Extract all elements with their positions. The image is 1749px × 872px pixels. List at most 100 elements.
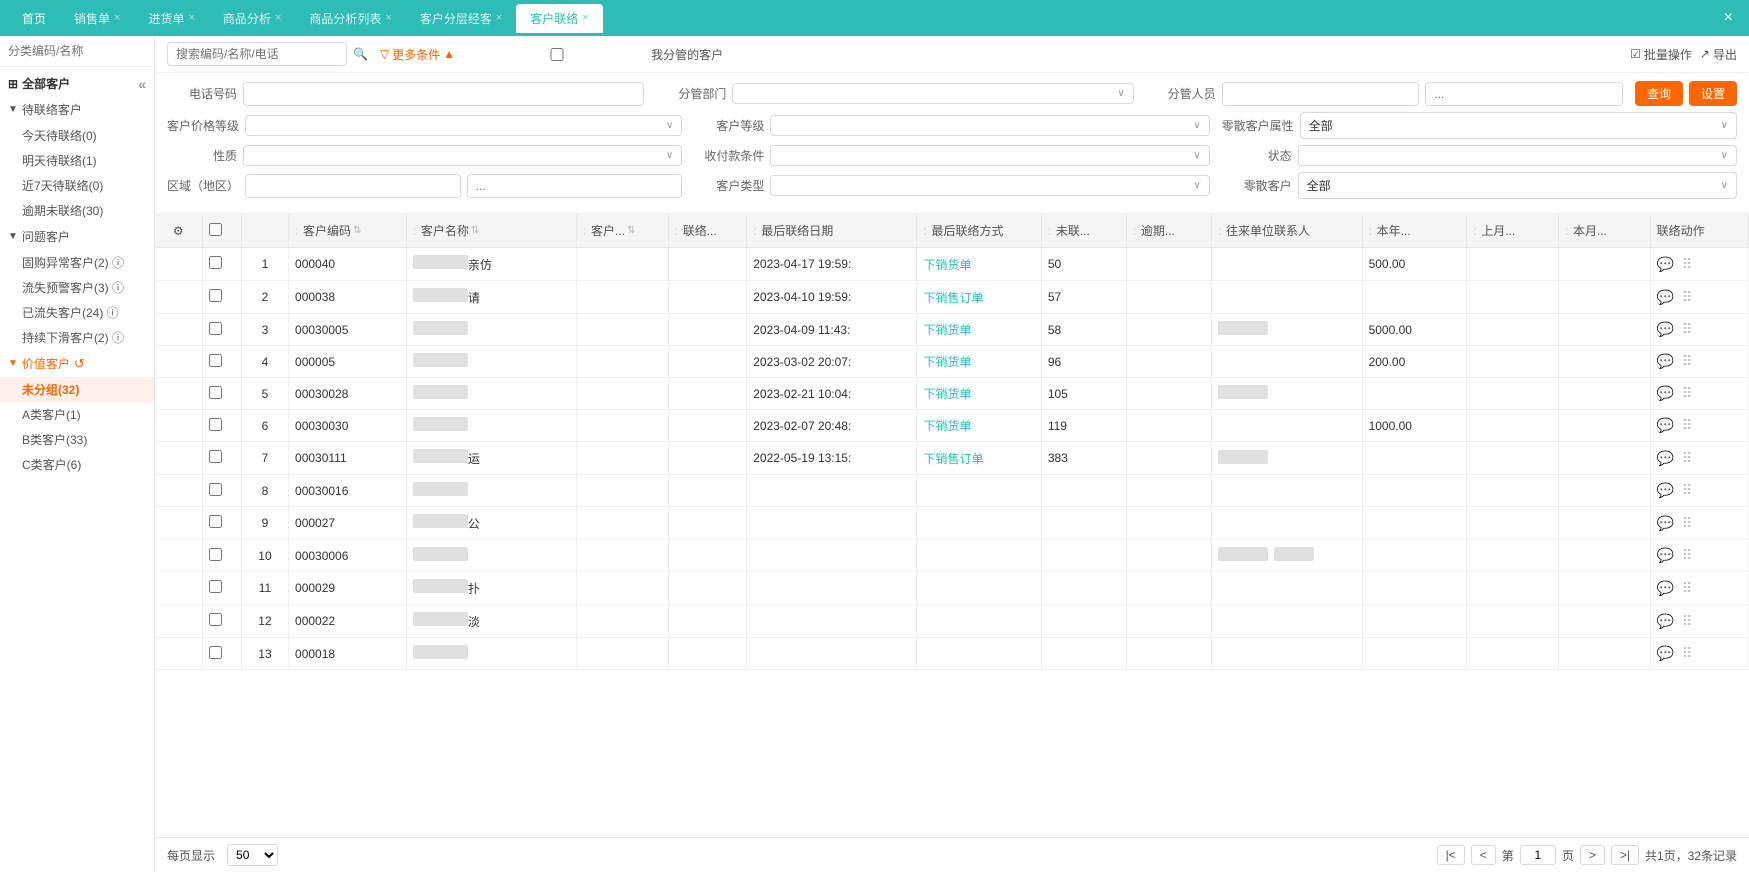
- tab-purchase[interactable]: 进货单 ×: [134, 4, 208, 33]
- search-input[interactable]: [167, 42, 347, 66]
- batch-ops-btn[interactable]: ☑ 批量操作: [1630, 46, 1692, 63]
- query-btn[interactable]: 查询: [1635, 81, 1683, 106]
- sidebar-item-today[interactable]: 今天待联络(0): [0, 123, 154, 148]
- resize-handle[interactable]: :: [1133, 224, 1137, 238]
- more-conditions-btn[interactable]: ▽ 更多条件 ▲: [380, 46, 455, 63]
- menu-icon[interactable]: ⠿: [1682, 482, 1692, 499]
- close-icon[interactable]: ×: [114, 12, 120, 24]
- last-page-btn[interactable]: >|: [1611, 845, 1639, 865]
- contact-method-link[interactable]: 下销货单: [923, 419, 971, 433]
- category-search-input[interactable]: [8, 44, 155, 58]
- resize-handle[interactable]: :: [675, 224, 679, 238]
- sidebar-item-lost[interactable]: 已流失客户(24) ⓘ: [0, 300, 154, 325]
- th-no-contact[interactable]: :未联...: [1041, 214, 1126, 248]
- chat-icon[interactable]: 💬: [1657, 321, 1674, 338]
- th-overdue[interactable]: :逾期...: [1126, 214, 1211, 248]
- select-all-checkbox[interactable]: [209, 223, 222, 236]
- close-icon[interactable]: ×: [496, 12, 502, 24]
- th-settings[interactable]: ⚙: [155, 214, 202, 248]
- resize-handle[interactable]: :: [295, 224, 299, 238]
- phone-input[interactable]: [243, 82, 644, 106]
- menu-icon[interactable]: ⠿: [1682, 515, 1692, 532]
- chat-icon[interactable]: 💬: [1657, 417, 1674, 434]
- sidebar-item-tomorrow[interactable]: 明天待联络(1): [0, 148, 154, 173]
- row-checkbox[interactable]: [209, 354, 222, 367]
- sidebar-item-churn-risk[interactable]: 流失预警客户(3) ⓘ: [0, 275, 154, 300]
- row-checkbox[interactable]: [209, 322, 222, 335]
- chat-icon[interactable]: 💬: [1657, 645, 1674, 662]
- chat-icon[interactable]: 💬: [1657, 450, 1674, 467]
- resize-handle[interactable]: :: [1565, 224, 1569, 238]
- row-checkbox[interactable]: [209, 580, 222, 593]
- sidebar-group-problem[interactable]: ▼ 问题客户: [0, 223, 154, 250]
- sort-icon[interactable]: ⇅: [471, 225, 479, 236]
- manager-more-btn[interactable]: ...: [1425, 82, 1623, 106]
- dept-select[interactable]: ∨: [732, 83, 1133, 104]
- th-last-contact-date[interactable]: :最后联络日期: [747, 214, 917, 248]
- customer-attr-select[interactable]: 全部 ∨: [1300, 112, 1737, 139]
- th-contact[interactable]: :联络...: [668, 214, 747, 248]
- sidebar-group-pending[interactable]: ▼ 待联络客户: [0, 96, 154, 123]
- price-level-select[interactable]: ∨: [245, 115, 682, 136]
- chat-icon[interactable]: 💬: [1657, 385, 1674, 402]
- status-select[interactable]: ∨: [1298, 145, 1737, 166]
- chat-icon[interactable]: 💬: [1657, 353, 1674, 370]
- scattered-select[interactable]: 全部 ∨: [1298, 172, 1737, 199]
- contact-method-link[interactable]: 下销售订单: [923, 291, 983, 305]
- resize-handle[interactable]: :: [1218, 224, 1222, 238]
- close-icon[interactable]: ×: [385, 12, 391, 24]
- menu-icon[interactable]: ⠿: [1682, 385, 1692, 402]
- tab-product-analysis-list[interactable]: 商品分析列表 ×: [295, 4, 405, 33]
- menu-icon[interactable]: ⠿: [1682, 353, 1692, 370]
- chat-icon[interactable]: 💬: [1657, 482, 1674, 499]
- refresh-icon[interactable]: ↺: [74, 356, 85, 372]
- chat-icon[interactable]: 💬: [1657, 547, 1674, 564]
- menu-icon[interactable]: ⠿: [1682, 645, 1692, 662]
- contact-method-link[interactable]: 下销售订单: [923, 452, 983, 466]
- page-input[interactable]: [1520, 845, 1556, 865]
- resize-handle[interactable]: :: [1473, 224, 1477, 238]
- chat-icon[interactable]: 💬: [1657, 256, 1674, 273]
- row-checkbox[interactable]: [209, 548, 222, 561]
- region-more-btn[interactable]: ...: [467, 174, 683, 198]
- chat-icon[interactable]: 💬: [1657, 613, 1674, 630]
- th-customer-name[interactable]: :客户名称⇅: [406, 214, 576, 248]
- sort-icon[interactable]: ⇅: [627, 225, 635, 236]
- chat-icon[interactable]: 💬: [1657, 515, 1674, 532]
- tab-sales[interactable]: 销售单 ×: [60, 4, 134, 33]
- manager-input[interactable]: [1222, 82, 1420, 106]
- resize-handle[interactable]: :: [923, 224, 927, 238]
- collapse-icon[interactable]: «: [138, 76, 146, 92]
- resize-handle[interactable]: :: [413, 224, 417, 238]
- th-last-contact-method[interactable]: :最后联络方式: [917, 214, 1041, 248]
- tab-product-analysis[interactable]: 商品分析 ×: [209, 4, 295, 33]
- th-customer-code[interactable]: :客户编码⇅: [289, 214, 407, 248]
- per-page-select[interactable]: 50 100 200: [227, 844, 278, 866]
- resize-handle[interactable]: :: [753, 224, 757, 238]
- row-checkbox[interactable]: [209, 483, 222, 496]
- close-icon[interactable]: ×: [275, 12, 281, 24]
- sort-icon[interactable]: ⇅: [353, 225, 361, 236]
- menu-icon[interactable]: ⠿: [1682, 450, 1692, 467]
- export-btn[interactable]: ↗ 导出: [1700, 46, 1737, 63]
- tab-customer-contact[interactable]: 客户联络 ×: [516, 4, 602, 33]
- sidebar-group-value[interactable]: ▼ 价值客户 ↺: [0, 350, 154, 377]
- customer-level-select[interactable]: ∨: [770, 115, 1209, 136]
- sidebar-item-abnormal-purchase[interactable]: 固购异常客户(2) ⓘ: [0, 250, 154, 275]
- menu-icon[interactable]: ⠿: [1682, 256, 1692, 273]
- row-checkbox[interactable]: [209, 646, 222, 659]
- th-last-month[interactable]: :上月...: [1467, 214, 1559, 248]
- menu-icon[interactable]: ⠿: [1682, 321, 1692, 338]
- first-page-btn[interactable]: |<: [1437, 845, 1465, 865]
- th-checkbox[interactable]: [202, 214, 241, 248]
- tab-home[interactable]: 首页: [8, 4, 60, 33]
- row-checkbox[interactable]: [209, 256, 222, 269]
- menu-icon[interactable]: ⠿: [1682, 289, 1692, 306]
- sidebar-item-week[interactable]: 近7天待联络(0): [0, 173, 154, 198]
- resize-handle[interactable]: :: [583, 224, 587, 238]
- sidebar-item-overdue-contact[interactable]: 逾期未联络(30): [0, 198, 154, 223]
- reset-btn[interactable]: 设置: [1689, 81, 1737, 106]
- sidebar-item-ungrouped[interactable]: 未分组(32): [0, 377, 154, 402]
- chat-icon[interactable]: 💬: [1657, 289, 1674, 306]
- sidebar-item-b-class[interactable]: B类客户(33): [0, 427, 154, 452]
